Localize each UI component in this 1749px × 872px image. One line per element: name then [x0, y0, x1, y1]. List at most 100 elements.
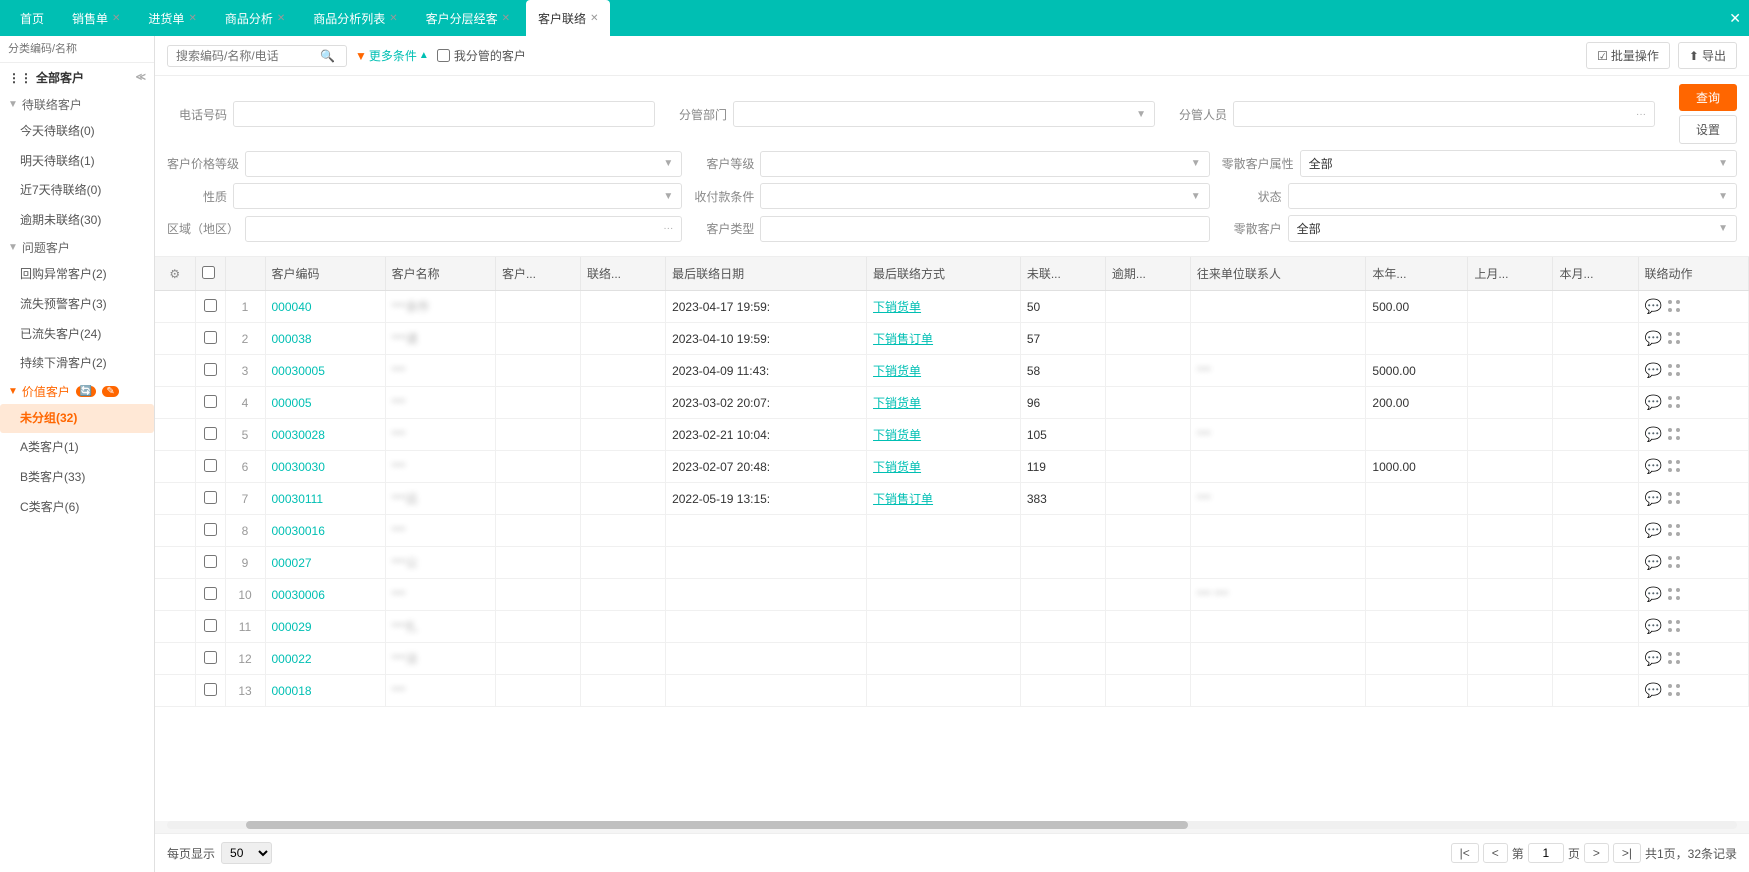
sidebar-search-input[interactable] — [8, 43, 150, 55]
payment-select[interactable]: ▼ — [760, 183, 1209, 209]
grid-action-icon[interactable] — [1668, 684, 1682, 698]
sidebar-item-week[interactable]: 近7天待联络(0) — [0, 176, 154, 206]
chat-icon[interactable]: 💬 — [1645, 554, 1662, 571]
customer-level-select[interactable]: ▼ — [760, 151, 1209, 177]
grid-action-icon[interactable] — [1668, 556, 1682, 570]
prev-page-btn[interactable]: < — [1483, 843, 1508, 863]
last-page-btn[interactable]: >| — [1613, 843, 1641, 863]
nav-tab-purchase[interactable]: 进货单 ✕ — [136, 0, 208, 36]
row-code[interactable]: 000029 — [265, 611, 385, 643]
chat-icon[interactable]: 💬 — [1645, 618, 1662, 635]
nav-tab-customer-contact-close[interactable]: ✕ — [590, 13, 598, 24]
chat-icon[interactable]: 💬 — [1645, 394, 1662, 411]
nature-select[interactable]: ▼ — [233, 183, 682, 209]
row-checkbox[interactable] — [204, 491, 217, 504]
chat-icon[interactable]: 💬 — [1645, 362, 1662, 379]
last-method-link[interactable]: 下销售订单 — [873, 332, 933, 346]
chat-icon[interactable]: 💬 — [1645, 682, 1662, 699]
nav-tab-customer-contact[interactable]: 客户联络 ✕ — [526, 0, 610, 36]
sidebar-item-tomorrow[interactable]: 明天待联络(1) — [0, 147, 154, 177]
nav-tab-product-analysis-list[interactable]: 商品分析列表 ✕ — [301, 0, 409, 36]
next-page-btn[interactable]: > — [1584, 843, 1609, 863]
nav-tab-customer-segment[interactable]: 客户分层经客 ✕ — [414, 0, 522, 36]
last-method-link[interactable]: 下销货单 — [873, 460, 921, 474]
row-checkbox[interactable] — [204, 555, 217, 568]
my-customers-checkbox[interactable] — [437, 49, 450, 62]
gear-icon[interactable]: ⚙ — [169, 267, 180, 281]
grid-action-icon[interactable] — [1668, 492, 1682, 506]
sidebar-item-overdue[interactable]: 逾期未联络(30) — [0, 206, 154, 236]
grid-action-icon[interactable] — [1668, 428, 1682, 442]
grid-action-icon[interactable] — [1668, 652, 1682, 666]
sidebar-item-today[interactable]: 今天待联络(0) — [0, 117, 154, 147]
last-method-link[interactable]: 下销货单 — [873, 396, 921, 410]
page-size-select[interactable]: 50 100 — [221, 842, 272, 864]
nav-tab-home[interactable]: 首页 — [8, 0, 56, 36]
search-box[interactable]: 🔍 — [167, 45, 347, 67]
sidebar-collapse-btn[interactable]: ≪ — [136, 72, 146, 83]
nav-close-all-button[interactable]: ✕ — [1729, 10, 1741, 27]
last-method-link[interactable]: 下销货单 — [873, 428, 921, 442]
grid-action-icon[interactable] — [1668, 300, 1682, 314]
row-code[interactable]: 00030030 — [265, 451, 385, 483]
chat-icon[interactable]: 💬 — [1645, 586, 1662, 603]
region-select[interactable]: ··· — [245, 216, 682, 242]
row-code[interactable]: 00030111 — [265, 483, 385, 515]
sidebar-item-class-a[interactable]: A类客户(1) — [0, 433, 154, 463]
sidebar-problem-customers-group[interactable]: ▼ 问题客户 — [0, 235, 154, 260]
export-button[interactable]: ⬆ 导出 — [1678, 42, 1737, 69]
row-code[interactable]: 00030016 — [265, 515, 385, 547]
row-code[interactable]: 00030028 — [265, 419, 385, 451]
nav-tab-product-analysis-list-close[interactable]: ✕ — [389, 13, 397, 24]
chat-icon[interactable]: 💬 — [1645, 298, 1662, 315]
row-checkbox[interactable] — [204, 427, 217, 440]
row-code[interactable]: 000040 — [265, 291, 385, 323]
chat-icon[interactable]: 💬 — [1645, 458, 1662, 475]
grid-action-icon[interactable] — [1668, 364, 1682, 378]
batch-ops-button[interactable]: ☑ 批量操作 — [1586, 42, 1670, 69]
row-code[interactable]: 000018 — [265, 675, 385, 707]
nav-tab-sales[interactable]: 销售单 ✕ — [60, 0, 132, 36]
grid-action-icon[interactable] — [1668, 396, 1682, 410]
sidebar-item-unclassified[interactable]: 未分组(32) — [0, 404, 154, 434]
status-select[interactable]: ▼ — [1288, 183, 1737, 209]
chat-icon[interactable]: 💬 — [1645, 330, 1662, 347]
nav-tab-purchase-close[interactable]: ✕ — [188, 13, 196, 24]
row-checkbox[interactable] — [204, 619, 217, 632]
row-checkbox[interactable] — [204, 331, 217, 344]
chat-icon[interactable]: 💬 — [1645, 522, 1662, 539]
sidebar-item-lost[interactable]: 已流失客户(24) — [0, 320, 154, 350]
row-code[interactable]: 00030005 — [265, 355, 385, 387]
nav-tab-product-analysis-close[interactable]: ✕ — [277, 13, 285, 24]
row-checkbox[interactable] — [204, 459, 217, 472]
sidebar-pending-contact-group[interactable]: ▼ 待联络客户 — [0, 92, 154, 117]
row-code[interactable]: 000038 — [265, 323, 385, 355]
sidebar-item-class-c[interactable]: C类客户(6) — [0, 493, 154, 523]
price-level-select[interactable]: ▼ — [245, 151, 682, 177]
row-code[interactable]: 000005 — [265, 387, 385, 419]
last-method-link[interactable]: 下销货单 — [873, 364, 921, 378]
reset-button[interactable]: 设置 — [1679, 115, 1737, 144]
grid-action-icon[interactable] — [1668, 524, 1682, 538]
grid-action-icon[interactable] — [1668, 460, 1682, 474]
last-method-link[interactable]: 下销货单 — [873, 300, 921, 314]
manager-select[interactable]: ··· — [1233, 101, 1655, 127]
row-code[interactable]: 000022 — [265, 643, 385, 675]
row-code[interactable]: 000027 — [265, 547, 385, 579]
sidebar-item-churn-predicted[interactable]: 流失预警客户(3) — [0, 290, 154, 320]
sidebar-all-customers[interactable]: ⋮⋮ 全部客户 ≪ — [0, 63, 154, 92]
nav-tab-customer-segment-close[interactable]: ✕ — [502, 13, 510, 24]
chat-icon[interactable]: 💬 — [1645, 490, 1662, 507]
retail-attr-select[interactable]: 全部 ▼ — [1300, 150, 1737, 177]
row-checkbox[interactable] — [204, 363, 217, 376]
first-page-btn[interactable]: |< — [1451, 843, 1479, 863]
more-conditions-btn[interactable]: ▼ 更多条件 ▲ — [355, 47, 429, 64]
search-input[interactable] — [176, 49, 316, 63]
row-checkbox[interactable] — [204, 299, 217, 312]
sidebar-item-class-b[interactable]: B类客户(33) — [0, 463, 154, 493]
scrollbar-thumb[interactable] — [246, 821, 1188, 829]
sidebar-item-repeat-abnormal[interactable]: 回购异常客户(2) — [0, 260, 154, 290]
chat-icon[interactable]: 💬 — [1645, 650, 1662, 667]
row-checkbox[interactable] — [204, 651, 217, 664]
row-checkbox[interactable] — [204, 523, 217, 536]
